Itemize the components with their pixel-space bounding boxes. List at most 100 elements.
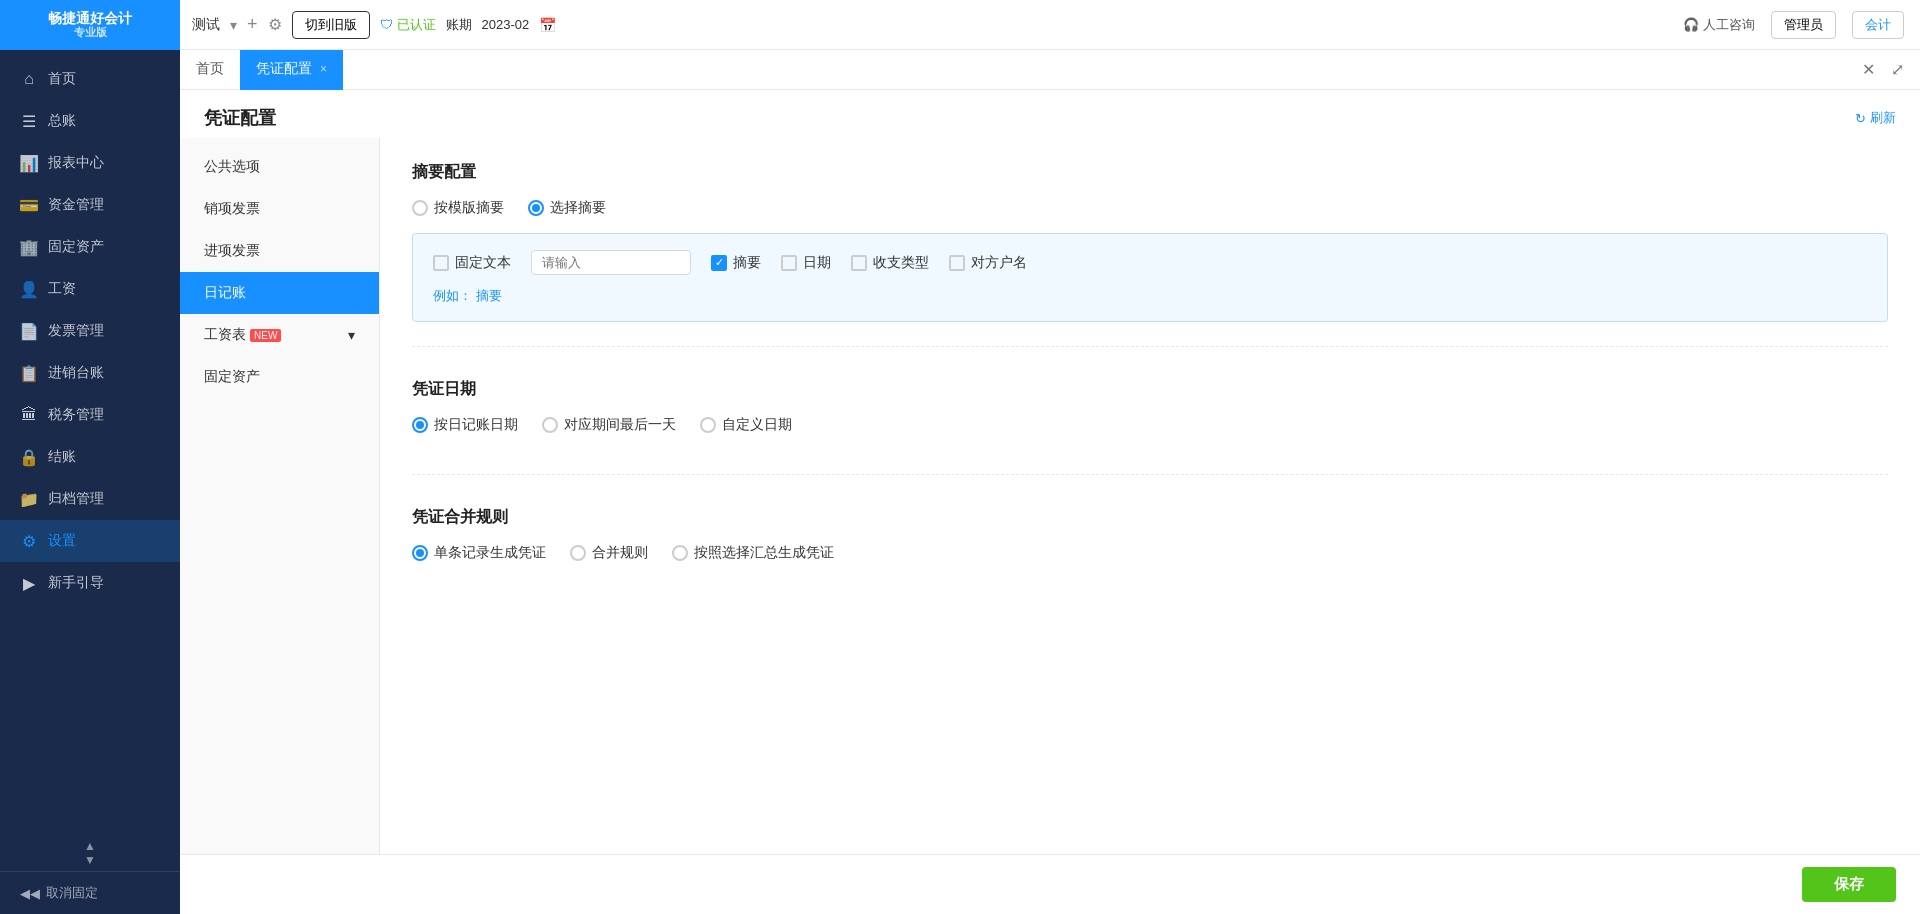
page-title: 凭证配置 (204, 106, 276, 130)
sidebar-item-ledger[interactable]: ☰ 总账 (0, 100, 180, 142)
summary-config-section: 摘要配置 按模版摘要 选择摘要 (412, 162, 1888, 347)
content-area: 首页 凭证配置 × ✕ ⤢ 凭证配置 ↻ 刷新 公共选项 (180, 50, 1920, 914)
left-nav-payroll-table[interactable]: 工资表 NEW ▾ (180, 314, 379, 356)
sidebar-item-archive[interactable]: 📁 归档管理 (0, 478, 180, 520)
radio-custom-date[interactable]: 自定义日期 (700, 416, 792, 434)
sidebar-label-archive: 归档管理 (48, 490, 104, 508)
checkbox-date-box (781, 255, 797, 271)
checkbox-date[interactable]: 日期 (781, 254, 831, 272)
left-nav-fixed-assets[interactable]: 固定资产 (180, 356, 379, 398)
scroll-down-arrow[interactable]: ▼ (84, 853, 96, 867)
left-nav-payroll-label: 工资表 NEW (204, 326, 281, 344)
manager-btn[interactable]: 管理员 (1771, 11, 1836, 39)
payment-type-label: 收支类型 (873, 254, 929, 272)
radio-period-last[interactable]: 对应期间最后一天 (542, 416, 676, 434)
cancel-fixed-btn[interactable]: ◀◀ 取消固定 (0, 871, 180, 914)
left-nav-sales-invoice[interactable]: 销项发票 (180, 188, 379, 230)
radio-select-summary[interactable]: 选择摘要 (528, 199, 606, 217)
tab-home[interactable]: 首页 (180, 50, 240, 90)
radio-journal-date[interactable]: 按日记账日期 (412, 416, 518, 434)
sidebar-item-invoice[interactable]: 📄 发票管理 (0, 310, 180, 352)
tab-close-btn[interactable]: × (320, 62, 327, 76)
sidebar-item-guide[interactable]: ▶ 新手引导 (0, 562, 180, 604)
voucher-date-title: 凭证日期 (412, 379, 1888, 400)
radio-journal-date-circle (412, 417, 428, 433)
tab-bar-actions: ✕ ⤢ (1858, 56, 1920, 83)
sidebar-label-report: 报表中心 (48, 154, 104, 172)
sidebar: ⌂ 首页 ☰ 总账 📊 报表中心 💳 资金管理 🏢 固定资产 👤 工资 (0, 50, 180, 914)
top-header: 畅捷通好会计 专业版 测试 ▾ + ⚙ 切到旧版 🛡 已认证 账期 2023-0… (0, 0, 1920, 50)
bottom-bar: 保存 (180, 854, 1920, 914)
checkbox-fixed-text[interactable]: 固定文本 (433, 254, 511, 272)
summary-options-box: 固定文本 ✓ 摘要 日期 (412, 233, 1888, 322)
invoice-icon: 📄 (20, 322, 38, 340)
radio-template-circle (412, 200, 428, 216)
trading-icon: 📋 (20, 364, 38, 382)
checkbox-summary[interactable]: ✓ 摘要 (711, 254, 761, 272)
sidebar-item-capital[interactable]: 💳 资金管理 (0, 184, 180, 226)
sidebar-label-trading: 进销台账 (48, 364, 104, 382)
radio-template-summary[interactable]: 按模版摘要 (412, 199, 504, 217)
sidebar-item-closing[interactable]: 🔒 结账 (0, 436, 180, 478)
tab-voucher-config[interactable]: 凭证配置 × (240, 50, 343, 90)
left-nav-journal[interactable]: 日记账 (180, 272, 379, 314)
sidebar-label-guide: 新手引导 (48, 574, 104, 592)
calendar-icon[interactable]: 📅 (539, 17, 556, 33)
checkbox-counterparty-box (949, 255, 965, 271)
sidebar-item-tax[interactable]: 🏛 税务管理 (0, 394, 180, 436)
checkbox-counterparty[interactable]: 对方户名 (949, 254, 1027, 272)
scroll-up-arrow[interactable]: ▲ (84, 839, 96, 853)
logo: 畅捷通好会计 专业版 (0, 0, 180, 50)
checkbox-payment-type[interactable]: 收支类型 (851, 254, 929, 272)
switch-old-btn[interactable]: 切到旧版 (292, 11, 370, 39)
checkbox-payment-box (851, 255, 867, 271)
radio-select-label: 选择摘要 (550, 199, 606, 217)
archive-icon: 📁 (20, 490, 38, 508)
left-nav-purchase-invoice[interactable]: 进项发票 (180, 230, 379, 272)
radio-merge-rules[interactable]: 合并规则 (570, 544, 648, 562)
merge-rules-title: 凭证合并规则 (412, 507, 1888, 528)
accountant-btn[interactable]: 会计 (1852, 11, 1904, 39)
sidebar-item-report[interactable]: 📊 报表中心 (0, 142, 180, 184)
tab-expand-btn[interactable]: ⤢ (1887, 56, 1908, 83)
radio-template-label: 按模版摘要 (434, 199, 504, 217)
sidebar-item-home[interactable]: ⌂ 首页 (0, 58, 180, 100)
voucher-date-section: 凭证日期 按日记账日期 对应期间最后一天 自定义日期 (412, 379, 1888, 475)
save-btn[interactable]: 保存 (1802, 867, 1896, 902)
radio-custom-date-circle (700, 417, 716, 433)
merge-rules-radio-group: 单条记录生成凭证 合并规则 按照选择汇总生成凭证 (412, 544, 1888, 562)
page-header: 凭证配置 ↻ 刷新 (180, 90, 1920, 138)
sidebar-item-payroll[interactable]: 👤 工资 (0, 268, 180, 310)
radio-single-record[interactable]: 单条记录生成凭证 (412, 544, 546, 562)
sidebar-label-invoice: 发票管理 (48, 322, 104, 340)
fixed-text-input[interactable] (531, 250, 691, 275)
fixed-text-label: 固定文本 (455, 254, 511, 272)
consultant-btn[interactable]: 🎧 人工咨询 (1683, 16, 1755, 34)
sidebar-item-settings[interactable]: ⚙ 设置 (0, 520, 180, 562)
left-nav-public[interactable]: 公共选项 (180, 146, 379, 188)
left-nav-purchase-label: 进项发票 (204, 242, 260, 260)
summary-label: 摘要 (733, 254, 761, 272)
sidebar-label-home: 首页 (48, 70, 76, 88)
radio-single-circle (412, 545, 428, 561)
add-workspace-btn[interactable]: + (247, 14, 258, 35)
shield-icon: 🛡 (380, 17, 393, 32)
radio-single-label: 单条记录生成凭证 (434, 544, 546, 562)
radio-period-last-circle (542, 417, 558, 433)
radio-select-summary-generate[interactable]: 按照选择汇总生成凭证 (672, 544, 834, 562)
settings-gear-icon[interactable]: ⚙ (268, 15, 282, 34)
sidebar-item-assets[interactable]: 🏢 固定资产 (0, 226, 180, 268)
sidebar-item-trading[interactable]: 📋 进销台账 (0, 352, 180, 394)
date-label: 日期 (803, 254, 831, 272)
checkbox-fixed-text-box (433, 255, 449, 271)
scroll-controls: ▲ ▼ (0, 835, 180, 871)
capital-icon: 💳 (20, 196, 38, 214)
main-layout: ⌂ 首页 ☰ 总账 📊 报表中心 💳 资金管理 🏢 固定资产 👤 工资 (0, 50, 1920, 914)
workspace-dropdown-icon[interactable]: ▾ (230, 17, 237, 33)
refresh-btn[interactable]: ↻ 刷新 (1855, 109, 1896, 127)
radio-merge-circle (570, 545, 586, 561)
voucher-date-radio-group: 按日记账日期 对应期间最后一天 自定义日期 (412, 416, 1888, 434)
radio-merge-label: 合并规则 (592, 544, 648, 562)
sidebar-label-settings: 设置 (48, 532, 76, 550)
tab-close-action-btn[interactable]: ✕ (1858, 56, 1879, 83)
